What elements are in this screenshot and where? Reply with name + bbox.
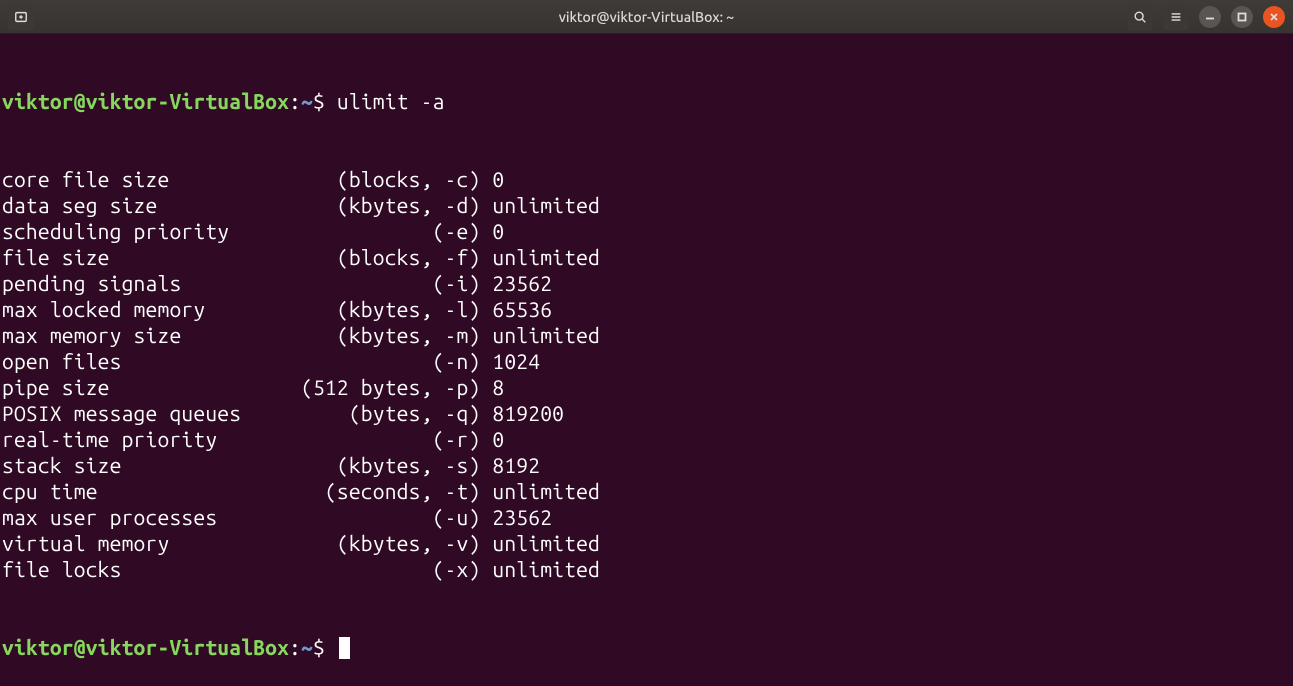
prompt-path: ~ — [301, 89, 313, 113]
prompt-user-host: viktor@viktor-VirtualBox — [2, 89, 289, 113]
close-button[interactable] — [1263, 6, 1285, 28]
titlebar-left — [8, 4, 34, 30]
prompt-dollar: $ — [313, 89, 325, 113]
command-text: ulimit -a — [325, 89, 445, 113]
output-line: file size (blocks, -f) unlimited — [2, 244, 1293, 270]
maximize-button[interactable] — [1231, 6, 1253, 28]
search-icon — [1133, 10, 1147, 24]
output-line: data seg size (kbytes, -d) unlimited — [2, 192, 1293, 218]
prompt-path: ~ — [301, 635, 313, 659]
output-line: core file size (blocks, -c) 0 — [2, 166, 1293, 192]
window-titlebar: viktor@viktor-VirtualBox: ~ — [0, 0, 1293, 34]
new-tab-button[interactable] — [8, 4, 34, 30]
maximize-icon — [1237, 12, 1247, 22]
output-line: virtual memory (kbytes, -v) unlimited — [2, 530, 1293, 556]
prompt-colon: : — [289, 89, 301, 113]
output-line: max user processes (-u) 23562 — [2, 504, 1293, 530]
output-line: pipe size (512 bytes, -p) 8 — [2, 374, 1293, 400]
new-tab-icon — [14, 10, 28, 24]
prompt-line-2: viktor@viktor-VirtualBox:~$ — [2, 634, 1293, 660]
output-line: pending signals (-i) 23562 — [2, 270, 1293, 296]
hamburger-menu-button[interactable] — [1163, 4, 1189, 30]
cursor — [339, 637, 350, 659]
prompt-colon: : — [289, 635, 301, 659]
terminal-viewport[interactable]: viktor@viktor-VirtualBox:~$ ulimit -a co… — [0, 34, 1293, 686]
search-button[interactable] — [1127, 4, 1153, 30]
close-icon — [1269, 12, 1279, 22]
prompt-input[interactable] — [325, 635, 337, 659]
output-line: cpu time (seconds, -t) unlimited — [2, 478, 1293, 504]
command-output: core file size (blocks, -c) 0data seg si… — [2, 166, 1293, 582]
window-title: viktor@viktor-VirtualBox: ~ — [559, 4, 734, 30]
minimize-icon — [1205, 12, 1215, 22]
prompt-line-1: viktor@viktor-VirtualBox:~$ ulimit -a — [2, 88, 1293, 114]
hamburger-icon — [1169, 10, 1183, 24]
prompt-dollar: $ — [313, 635, 325, 659]
titlebar-right — [1127, 4, 1285, 30]
output-line: stack size (kbytes, -s) 8192 — [2, 452, 1293, 478]
output-line: open files (-n) 1024 — [2, 348, 1293, 374]
output-line: max locked memory (kbytes, -l) 65536 — [2, 296, 1293, 322]
output-line: max memory size (kbytes, -m) unlimited — [2, 322, 1293, 348]
output-line: file locks (-x) unlimited — [2, 556, 1293, 582]
prompt-user-host: viktor@viktor-VirtualBox — [2, 635, 289, 659]
output-line: real-time priority (-r) 0 — [2, 426, 1293, 452]
output-line: POSIX message queues (bytes, -q) 819200 — [2, 400, 1293, 426]
minimize-button[interactable] — [1199, 6, 1221, 28]
output-line: scheduling priority (-e) 0 — [2, 218, 1293, 244]
